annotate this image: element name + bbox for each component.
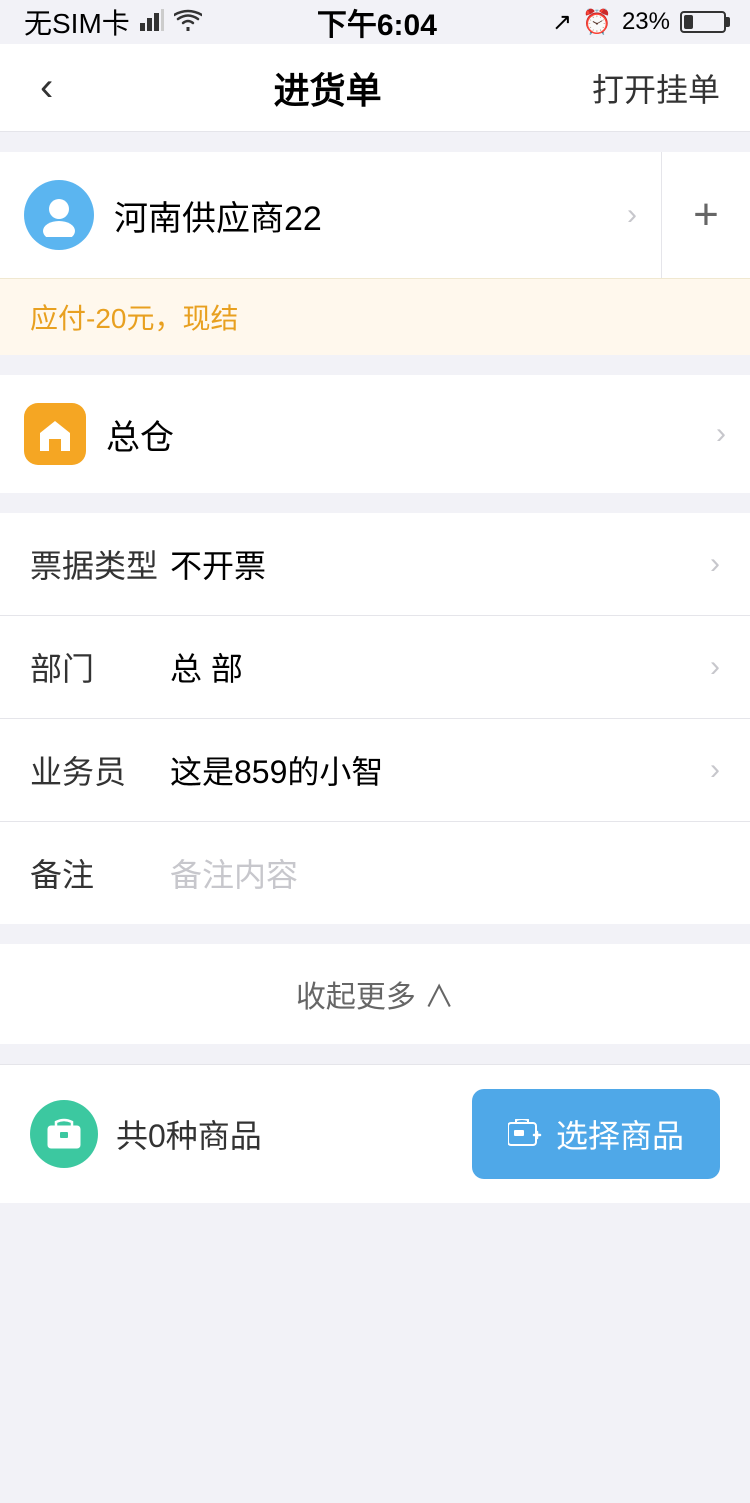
notice-banner: 应付-20元，现结 — [0, 278, 750, 355]
battery-icon — [680, 11, 726, 33]
status-left: 无SIM卡 — [24, 2, 202, 42]
supplier-add-button[interactable]: + — [662, 152, 750, 278]
page-title: 进货单 — [274, 62, 382, 114]
product-count: 共0种商品 — [116, 1111, 472, 1157]
dept-label: 部门 — [30, 644, 160, 690]
battery-percent: 23% — [622, 8, 670, 36]
remark-row[interactable]: 备注 备注内容 — [0, 822, 750, 924]
warehouse-chevron-icon: › — [716, 417, 726, 451]
open-pending-button[interactable]: 打开挂单 — [592, 65, 720, 111]
remark-input[interactable]: 备注内容 — [160, 850, 720, 896]
alarm-icon: ⏰ — [582, 8, 612, 37]
wifi-icon — [174, 6, 202, 38]
sales-chevron-icon: › — [710, 753, 720, 787]
product-icon — [30, 1100, 98, 1168]
warehouse-section: 总仓 › — [0, 375, 750, 493]
dept-chevron-icon: › — [710, 650, 720, 684]
add-icon: + — [693, 190, 719, 240]
supplier-chevron-icon: › — [627, 198, 637, 232]
invoice-row[interactable]: 票据类型 不开票 › — [0, 513, 750, 616]
select-product-label: 选择商品 — [556, 1111, 684, 1157]
sales-value: 这是859的小智 — [160, 747, 700, 793]
notice-text: 应付-20元，现结 — [30, 303, 238, 334]
sales-row[interactable]: 业务员 这是859的小智 › — [0, 719, 750, 822]
supplier-name: 河南供应商22 — [114, 191, 617, 240]
warehouse-icon — [24, 403, 86, 465]
signal-icon — [140, 6, 164, 38]
invoice-chevron-icon: › — [710, 547, 720, 581]
invoice-label: 票据类型 — [30, 541, 160, 587]
back-button[interactable]: ‹ — [30, 55, 63, 120]
warehouse-name: 总仓 — [106, 410, 706, 459]
select-product-button[interactable]: 选择商品 — [472, 1089, 720, 1179]
location-icon: ↗ — [552, 8, 572, 37]
sales-label: 业务员 — [30, 747, 160, 793]
nav-bar: ‹ 进货单 打开挂单 — [0, 44, 750, 132]
invoice-value: 不开票 — [160, 541, 700, 587]
gray-area — [0, 1203, 750, 1503]
carrier-text: 无SIM卡 — [24, 2, 130, 42]
warehouse-row[interactable]: 总仓 › — [0, 375, 750, 493]
bottom-bar: 共0种商品 选择商品 — [0, 1064, 750, 1203]
collapse-row[interactable]: 收起更多 ∧ — [0, 944, 750, 1044]
status-right: ↗ ⏰ 23% — [552, 8, 726, 37]
status-bar: 无SIM卡 下午6:04 ↗ ⏰ 23% — [0, 0, 750, 44]
dept-row[interactable]: 部门 总 部 › — [0, 616, 750, 719]
supplier-section: 河南供应商22 › + — [0, 152, 750, 278]
collapse-text: 收起更多 ∧ — [296, 972, 454, 1016]
content: 河南供应商22 › + 应付-20元，现结 总仓 › 票据类型 不开票 › — [0, 152, 750, 1503]
supplier-avatar — [24, 180, 94, 250]
dept-value: 总 部 — [160, 644, 700, 690]
form-section: 票据类型 不开票 › 部门 总 部 › 业务员 这是859的小智 › 备注 备注… — [0, 513, 750, 924]
remark-label: 备注 — [30, 850, 160, 896]
supplier-select-row[interactable]: 河南供应商22 › — [0, 152, 662, 278]
time-display: 下午6:04 — [317, 0, 437, 44]
